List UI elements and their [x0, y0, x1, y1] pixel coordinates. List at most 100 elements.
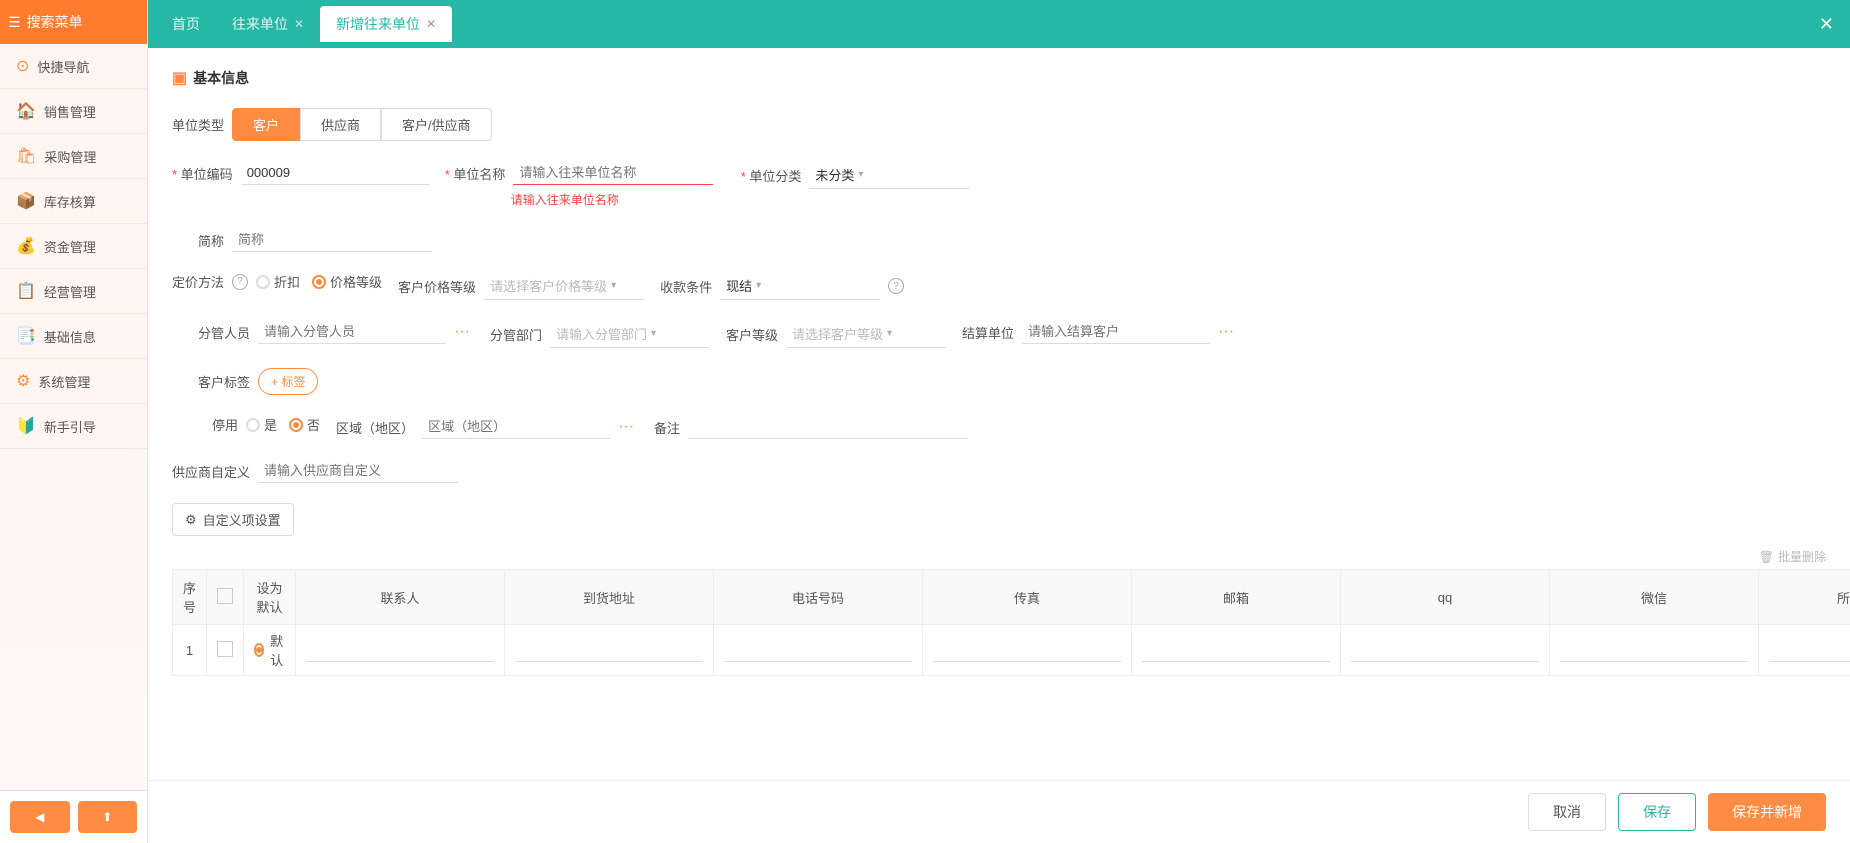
payment-terms-select[interactable]: 现结 ▾	[720, 272, 880, 300]
row-location-input[interactable]	[1769, 638, 1850, 662]
row-wechat[interactable]	[1550, 625, 1759, 676]
sidebar-item-finance[interactable]: 💰 资金管理	[0, 224, 147, 269]
settlement-unit-dots-btn[interactable]: ···	[1214, 323, 1238, 341]
region-dots-btn[interactable]: ···	[614, 418, 638, 436]
select-all-checkbox[interactable]	[217, 588, 233, 604]
settlement-unit-field: 结算单位 ···	[962, 320, 1238, 344]
row-address-input[interactable]	[515, 638, 703, 662]
row-index: 1	[173, 625, 207, 676]
disable-field: 停用 是 否	[172, 415, 320, 434]
sidebar-item-system[interactable]: ⚙ 系统管理	[0, 359, 147, 404]
col-phone: 电话号码	[714, 570, 923, 625]
sidebar-item-basic[interactable]: 📑 基础信息	[0, 314, 147, 359]
remark-label: 备注	[654, 418, 680, 437]
sidebar-item-sales[interactable]: 🏠 销售管理	[0, 89, 147, 134]
row-default-label: 默认	[268, 631, 285, 669]
unit-type-label: 单位类型	[172, 115, 224, 134]
row-default: 默认	[244, 625, 296, 676]
pricing-method-label: 定价方法	[172, 272, 224, 291]
pricing-level-label: 价格等级	[330, 272, 382, 291]
customer-price-level-select[interactable]: 请选择客户价格等级 ▾	[484, 272, 644, 300]
customer-tag-label: 客户标签	[198, 372, 250, 391]
sidebar-search[interactable]: ☰ 搜索菜单	[0, 0, 147, 44]
form-container: ▣ 基本信息 单位类型 客户 供应商 客户/供应商 单位编码 单位名称	[148, 48, 1850, 780]
row-default-radio[interactable]: 默认	[254, 631, 285, 669]
sidebar-item-label: 资金管理	[44, 237, 96, 256]
add-tag-button[interactable]: + 标签	[258, 368, 318, 395]
row-contact-input[interactable]	[306, 638, 494, 662]
sidebar-item-purchase[interactable]: 🛍 采购管理	[0, 134, 147, 179]
unit-type-row: 单位类型 客户 供应商 客户/供应商	[172, 108, 1826, 141]
settlement-unit-input[interactable]	[1022, 320, 1210, 344]
region-input[interactable]	[422, 415, 610, 439]
payment-terms-help-icon[interactable]: ?	[888, 278, 904, 294]
row-wechat-input[interactable]	[1560, 638, 1748, 662]
section-title-icon: ▣	[172, 68, 187, 88]
unit-type-supplier-btn[interactable]: 供应商	[300, 108, 381, 141]
save-button[interactable]: 保存	[1618, 793, 1696, 831]
row-qq-input[interactable]	[1351, 638, 1539, 662]
row-qq[interactable]	[1341, 625, 1550, 676]
unit-code-input[interactable]	[241, 161, 429, 185]
department-select[interactable]: 请输入分管部门 ▾	[550, 320, 710, 348]
manager-input[interactable]	[258, 320, 446, 344]
unit-type-customer-btn[interactable]: 客户	[232, 108, 300, 141]
short-name-input[interactable]	[232, 228, 432, 252]
col-index: 序号	[173, 570, 207, 625]
unit-category-select[interactable]: 未分类 ▾	[809, 161, 969, 189]
inventory-icon: 📦	[16, 191, 36, 211]
row-default-circle	[254, 643, 264, 657]
pricing-discount-radio[interactable]: 折扣	[256, 272, 300, 291]
tab-partners[interactable]: 往来单位 ✕	[216, 6, 320, 42]
row-contact[interactable]	[296, 625, 505, 676]
customer-level-label: 客户等级	[726, 325, 778, 344]
basic-icon: 📑	[16, 326, 36, 346]
customer-price-level-placeholder: 请选择客户价格等级	[490, 276, 607, 295]
guide-icon: 🔰	[16, 416, 36, 436]
sidebar-item-inventory[interactable]: 📦 库存核算	[0, 179, 147, 224]
pricing-level-radio[interactable]: 价格等级	[312, 272, 382, 291]
row-fax-input[interactable]	[933, 638, 1121, 662]
customer-level-select[interactable]: 请选择客户等级 ▾	[786, 320, 946, 348]
tab-new-partner[interactable]: 新增往来单位 ✕	[320, 6, 452, 42]
row-location[interactable]	[1759, 625, 1850, 676]
supplier-custom-field: 供应商自定义	[172, 459, 458, 483]
tab-home[interactable]: 首页	[156, 6, 216, 42]
tab-bar-close-button[interactable]: ✕	[1811, 10, 1842, 39]
save-and-new-button[interactable]: 保存并新增	[1708, 793, 1826, 831]
remark-input[interactable]	[688, 415, 968, 439]
unit-code-field: 单位编码	[172, 161, 429, 185]
disable-yes-radio[interactable]: 是	[246, 415, 277, 434]
custom-settings-button[interactable]: ⚙ 自定义项设置	[172, 503, 294, 536]
supplier-custom-input[interactable]	[258, 459, 458, 483]
sidebar-item-quick-nav[interactable]: ⊙ 快捷导航	[0, 44, 147, 89]
row-fax[interactable]	[923, 625, 1132, 676]
unit-name-field: 单位名称 请输入往来单位名称	[445, 161, 725, 208]
settlement-unit-label: 结算单位	[962, 323, 1014, 342]
unit-name-input[interactable]	[513, 161, 713, 185]
disable-no-circle	[289, 418, 303, 432]
col-default: 设为默认	[244, 570, 296, 625]
row-phone[interactable]	[714, 625, 923, 676]
col-checkbox	[207, 570, 244, 625]
unit-type-both-btn[interactable]: 客户/供应商	[381, 108, 492, 141]
row-email[interactable]	[1132, 625, 1341, 676]
sidebar-footer-btn2[interactable]: ⬆	[78, 801, 138, 833]
col-qq: qq	[1341, 570, 1550, 625]
row-address[interactable]	[505, 625, 714, 676]
row-checkbox[interactable]	[217, 641, 233, 657]
sidebar-item-operation[interactable]: 📋 经营管理	[0, 269, 147, 314]
col-address: 到货地址	[505, 570, 714, 625]
col-fax: 传真	[923, 570, 1132, 625]
tab-new-partner-close-icon[interactable]: ✕	[426, 17, 436, 31]
tab-partners-close-icon[interactable]: ✕	[294, 17, 304, 31]
cancel-button[interactable]: 取消	[1528, 793, 1606, 831]
pricing-method-help-icon[interactable]: ?	[232, 274, 248, 290]
row-phone-input[interactable]	[724, 638, 912, 662]
row-email-input[interactable]	[1142, 638, 1330, 662]
manager-dots-btn[interactable]: ···	[450, 323, 474, 341]
sidebar-item-guide[interactable]: 🔰 新手引导	[0, 404, 147, 449]
disable-no-radio[interactable]: 否	[289, 415, 320, 434]
sidebar-footer-btn1[interactable]: ◀	[10, 801, 70, 833]
unit-type-btn-group: 客户 供应商 客户/供应商	[232, 108, 492, 141]
